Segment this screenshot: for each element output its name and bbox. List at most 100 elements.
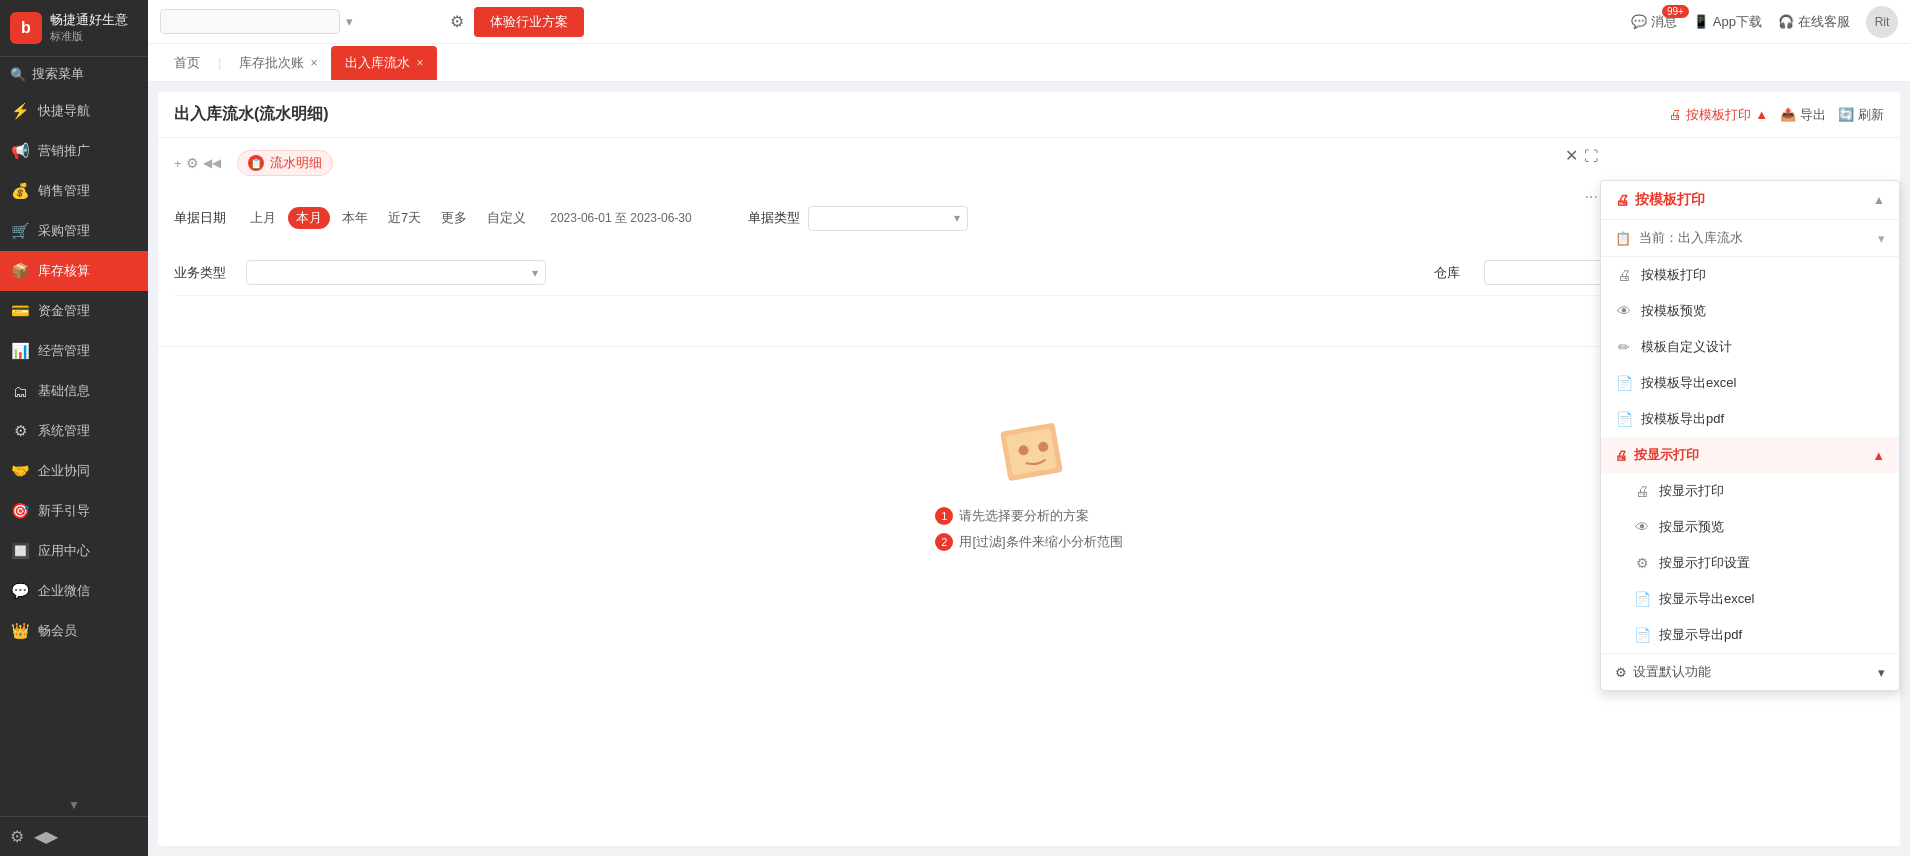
- sidebar-item-guide[interactable]: 🎯 新手引导: [0, 491, 148, 531]
- filter-tag-item: 📋 流水明细: [237, 150, 333, 176]
- topbar-right: 💬 消息 99+ 📱 App下载 🎧 在线客服 Rit: [1631, 6, 1898, 38]
- biz-type-select[interactable]: [246, 260, 546, 285]
- avatar[interactable]: Rit: [1866, 6, 1898, 38]
- date-tab-this-month[interactable]: 本月: [288, 207, 330, 229]
- sidebar-nav: ⚡ 快捷导航 📢 营销推广 💰 销售管理 🛒 采购管理 📦 库存核算 💳 资金管…: [0, 91, 148, 794]
- edition-label: 标准版: [50, 29, 128, 44]
- sidebar-item-label: 经营管理: [38, 342, 90, 360]
- export-btn[interactable]: 📤 导出: [1780, 106, 1826, 124]
- topbar-search-chevron[interactable]: ▾: [346, 14, 353, 29]
- panel-expand-btn[interactable]: ⛶: [1584, 148, 1598, 164]
- sidebar-item-basic[interactable]: 🗂 基础信息: [0, 371, 148, 411]
- dropdown-current-template[interactable]: 📋 当前：出入库流水 ▾: [1601, 220, 1899, 257]
- doc-type-select[interactable]: [808, 206, 968, 231]
- print-icon: 🖨: [1669, 107, 1682, 122]
- dp-excel-icon: 📄: [1615, 374, 1633, 392]
- date-tab-this-year-label: 本年: [342, 210, 368, 225]
- topbar-gear-icon[interactable]: ⚙: [450, 12, 464, 31]
- dropdown-display-preview[interactable]: 👁 按显示预览: [1601, 509, 1899, 545]
- basic-icon: 🗂: [10, 381, 30, 401]
- sidebar-item-purchase[interactable]: 🛒 采购管理: [0, 211, 148, 251]
- sidebar-item-label: 库存核算: [38, 262, 90, 280]
- sidebar-item-marketing[interactable]: 📢 营销推广: [0, 131, 148, 171]
- trial-btn[interactable]: 体验行业方案: [474, 7, 584, 37]
- sidebar-collapse-btn[interactable]: ◀▶: [34, 827, 58, 846]
- svg-rect-1: [1006, 428, 1057, 475]
- topbar-search-input[interactable]: [160, 9, 340, 34]
- date-tab-last-month[interactable]: 上月: [242, 207, 284, 229]
- dropdown-footer[interactable]: ⚙ 设置默认功能 ▾: [1601, 654, 1899, 690]
- sidebar-item-app-center[interactable]: 🔲 应用中心: [0, 531, 148, 571]
- tab-home[interactable]: 首页: [160, 46, 214, 80]
- finance-icon: 💳: [10, 301, 30, 321]
- filter-collapse-icon[interactable]: ◀◀: [203, 156, 221, 170]
- panel-close-btn[interactable]: ✕: [1565, 146, 1578, 165]
- page-actions: 🖨 按模板打印 ▲ 📤 导出 🔄 刷新: [1669, 106, 1884, 124]
- sidebar-item-membership[interactable]: 👑 畅会员: [0, 611, 148, 651]
- dropdown-arrow[interactable]: ▲: [1873, 193, 1885, 207]
- dropdown-display-print[interactable]: 🖨 按显示打印: [1601, 473, 1899, 509]
- avatar-text: Rit: [1875, 15, 1890, 29]
- print-btn[interactable]: 🖨 按模板打印 ▲: [1669, 106, 1768, 124]
- operation-icon: 📊: [10, 341, 30, 361]
- tab-batch-account-close[interactable]: ×: [310, 56, 317, 70]
- quick-nav-icon: ⚡: [10, 101, 30, 121]
- dp-disp-settings-icon: ⚙: [1633, 554, 1651, 572]
- online-service-btn[interactable]: 🎧 在线客服: [1778, 13, 1850, 31]
- date-tab-this-month-label: 本月: [296, 210, 322, 225]
- tab-inout-flow[interactable]: 出入库流水 ×: [331, 46, 437, 80]
- footer-left: ⚙ 设置默认功能: [1615, 663, 1711, 681]
- dropdown-template-export-excel[interactable]: 📄 按模板导出excel: [1601, 365, 1899, 401]
- sidebar-item-finance[interactable]: 💳 资金管理: [0, 291, 148, 331]
- system-icon: ⚙: [10, 421, 30, 441]
- refresh-btn[interactable]: 🔄 刷新: [1838, 106, 1884, 124]
- dropdown-display-export-pdf[interactable]: 📄 按显示导出pdf: [1601, 617, 1899, 653]
- dropdown-template-custom[interactable]: ✏ 模板自定义设计: [1601, 329, 1899, 365]
- dropdown-template-print[interactable]: 🖨 按模板打印: [1601, 257, 1899, 293]
- dropdown-template-preview[interactable]: 👁 按模板预览: [1601, 293, 1899, 329]
- sidebar-item-label: 营销推广: [38, 142, 90, 160]
- tab-inout-flow-close[interactable]: ×: [416, 56, 423, 70]
- dp-template-custom-label: 模板自定义设计: [1641, 338, 1732, 356]
- sidebar-item-label: 销售管理: [38, 182, 90, 200]
- app-download-btn[interactable]: 📱 App下载: [1693, 13, 1762, 31]
- date-tab-more[interactable]: 更多: [433, 207, 475, 229]
- filter-add-btn[interactable]: + ⚙ ◀◀: [174, 155, 221, 171]
- empty-illustration: [989, 407, 1069, 487]
- sidebar-item-label: 畅会员: [38, 622, 77, 640]
- dropdown-display-section[interactable]: 🖨 按显示打印 ▲: [1601, 437, 1899, 473]
- sidebar-logo-text: 畅捷通好生意 标准版: [50, 12, 128, 44]
- app-download-label: App下载: [1713, 13, 1762, 31]
- filter-gear-icon[interactable]: ⚙: [186, 155, 199, 171]
- dropdown-display-print-settings[interactable]: ⚙ 按显示打印设置: [1601, 545, 1899, 581]
- sidebar-settings-btn[interactable]: ⚙: [10, 827, 24, 846]
- sidebar-scroll-down[interactable]: ▼: [0, 794, 148, 816]
- sidebar-item-cooperation[interactable]: 🤝 企业协同: [0, 451, 148, 491]
- dropdown-display-export-excel[interactable]: 📄 按显示导出excel: [1601, 581, 1899, 617]
- hint1-text: 请先选择要分析的方案: [959, 503, 1089, 529]
- dp-display-excel-label: 按显示导出excel: [1659, 590, 1754, 608]
- sidebar-item-sales[interactable]: 💰 销售管理: [0, 171, 148, 211]
- search-menu-item[interactable]: 🔍 搜索菜单: [0, 57, 148, 91]
- dropdown-template-export-pdf[interactable]: 📄 按模板导出pdf: [1601, 401, 1899, 437]
- content-area: 出入库流水(流水明细) 🖨 按模板打印 ▲ 📤 导出 🔄 刷新: [148, 82, 1910, 856]
- sidebar-item-quick-nav[interactable]: ⚡ 快捷导航: [0, 91, 148, 131]
- message-icon: 💬: [1631, 14, 1647, 29]
- message-btn[interactable]: 💬 消息 99+: [1631, 13, 1677, 31]
- date-tab-custom-label: 自定义: [487, 210, 526, 225]
- date-tab-custom[interactable]: 自定义: [479, 207, 534, 229]
- sidebar-item-inventory[interactable]: 📦 库存核算: [0, 251, 148, 291]
- filter-tag-icon: 📋: [248, 155, 264, 171]
- sidebar-item-label: 系统管理: [38, 422, 90, 440]
- sidebar-item-system[interactable]: ⚙ 系统管理: [0, 411, 148, 451]
- dp-preview-icon: 👁: [1615, 302, 1633, 320]
- date-tab-7days[interactable]: 近7天: [380, 207, 429, 229]
- hint2-num: 2: [935, 533, 953, 551]
- date-tab-this-year[interactable]: 本年: [334, 207, 376, 229]
- tab-batch-account[interactable]: 库存批次账 ×: [225, 46, 331, 80]
- more-options-btn[interactable]: ...: [1585, 184, 1598, 202]
- sidebar-item-enterprise-wechat[interactable]: 💬 企业微信: [0, 571, 148, 611]
- filter-tag-label: 流水明细: [270, 154, 322, 172]
- dp-template-preview-label: 按模板预览: [1641, 302, 1706, 320]
- sidebar-item-operation[interactable]: 📊 经营管理: [0, 331, 148, 371]
